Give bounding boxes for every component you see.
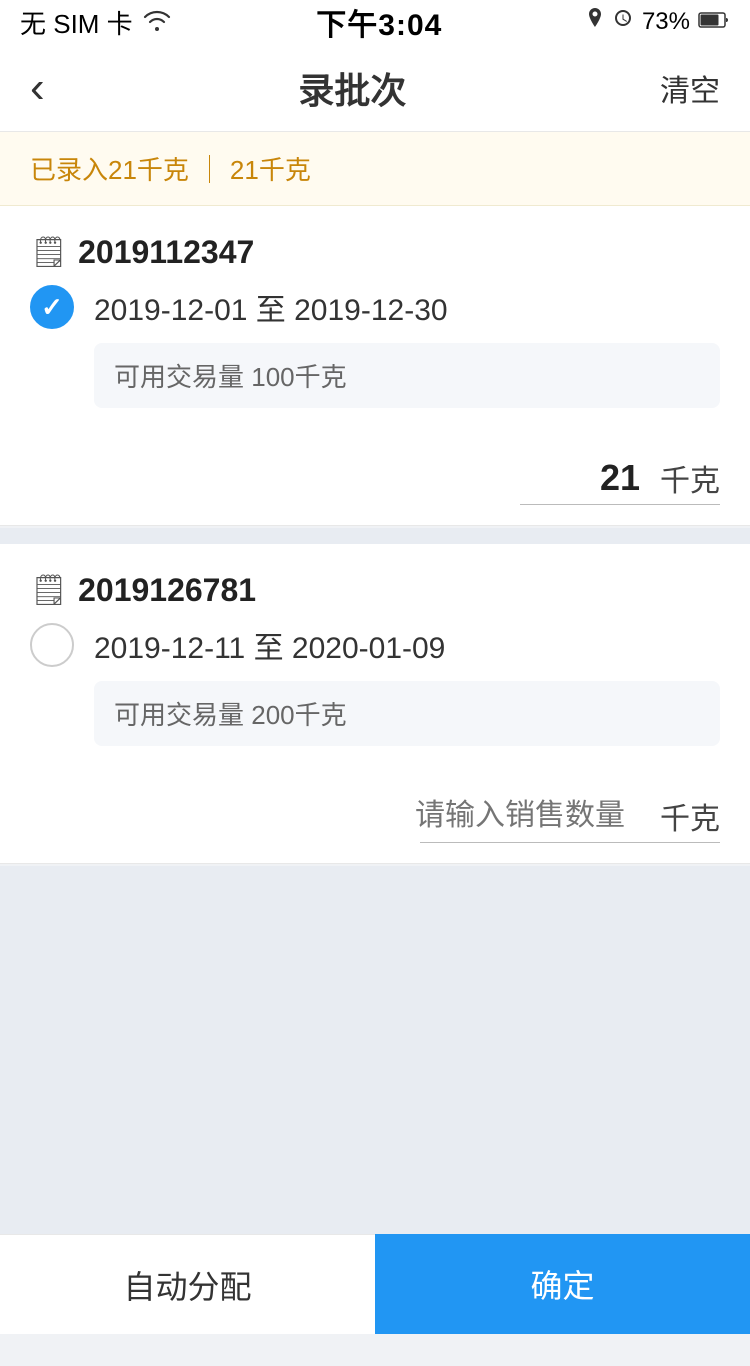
batch2-radio[interactable]	[30, 623, 74, 667]
batch1-amount-row: 21 千克	[0, 436, 750, 526]
batch2-doc-icon: 🗒	[30, 573, 68, 608]
batch1-date-row[interactable]: 2019-12-01 至 2019-12-30	[30, 285, 720, 329]
batch2-inner: 🗒 2019126781 2019-12-11 至 2020-01-09 可用交…	[0, 544, 750, 774]
batch1-amount-unit: 千克	[660, 456, 720, 500]
auto-distribute-button[interactable]: 自动分配	[0, 1234, 375, 1334]
info-banner: 已录入21千克 21千克	[0, 132, 750, 206]
status-left: 无 SIM 卡	[20, 4, 173, 41]
battery-icon	[698, 8, 730, 36]
batch2-input-wrapper: 千克	[340, 794, 720, 843]
back-button[interactable]: ‹	[30, 66, 45, 110]
status-bar: 无 SIM 卡 下午3:04 73%	[0, 0, 750, 44]
info-divider	[209, 155, 210, 183]
clear-button[interactable]: 清空	[660, 66, 720, 110]
batch1-inner: 🗒 2019112347 2019-12-01 至 2019-12-30 可用交…	[0, 206, 750, 436]
batch2-input-underline	[420, 842, 720, 843]
bottom-bar: 自动分配 确定	[0, 1234, 750, 1334]
batch1-available-label: 可用交易量	[114, 362, 244, 392]
confirm-button[interactable]: 确定	[375, 1234, 750, 1334]
batch2-header: 🗒 2019126781	[30, 572, 720, 609]
batch2-card: 🗒 2019126781 2019-12-11 至 2020-01-09 可用交…	[0, 544, 750, 864]
batch1-date-range: 2019-12-01 至 2019-12-30	[94, 285, 448, 329]
batch1-amount-container: 21 千克	[520, 456, 720, 505]
nav-bar: ‹ 录批次 清空	[0, 44, 750, 132]
batch2-date-range: 2019-12-11 至 2020-01-09	[94, 623, 445, 667]
info-value: 21千克	[230, 150, 311, 187]
batch1-doc-icon: 🗒	[30, 235, 68, 270]
status-time: 下午3:04	[316, 0, 442, 44]
batch2-available: 可用交易量 200千克	[94, 681, 720, 746]
empty-area	[0, 866, 750, 1266]
status-right: 73%	[586, 8, 730, 37]
content-area: 已录入21千克 21千克 🗒 2019112347 2019-12-01 至 2…	[0, 132, 750, 1366]
batch2-number: 2019126781	[78, 572, 256, 609]
batch1-amount-value[interactable]: 21	[600, 457, 640, 499]
batch1-number: 2019112347	[78, 234, 254, 271]
batch1-header: 🗒 2019112347	[30, 234, 720, 271]
batch1-card: 🗒 2019112347 2019-12-01 至 2019-12-30 可用交…	[0, 206, 750, 526]
info-label: 已录入21千克	[30, 150, 189, 187]
batch2-qty-input[interactable]	[340, 799, 640, 833]
batch2-available-label: 可用交易量	[114, 700, 244, 730]
batch2-available-value: 200千克	[251, 700, 346, 730]
wifi-icon	[141, 7, 173, 38]
batch2-date-row[interactable]: 2019-12-11 至 2020-01-09	[30, 623, 720, 667]
batch2-qty-unit: 千克	[660, 794, 720, 838]
batch2-input-row: 千克	[0, 774, 750, 864]
location-icon	[586, 8, 604, 37]
alarm-icon	[612, 8, 634, 37]
batch1-amount-line	[520, 504, 720, 505]
batch1-available-value: 100千克	[251, 362, 346, 392]
batch1-radio[interactable]	[30, 285, 74, 329]
battery-label: 73%	[642, 8, 690, 36]
separator1	[0, 528, 750, 544]
batch1-available: 可用交易量 100千克	[94, 343, 720, 408]
page-title: 录批次	[298, 62, 406, 114]
carrier-label: 无 SIM 卡	[20, 4, 133, 41]
